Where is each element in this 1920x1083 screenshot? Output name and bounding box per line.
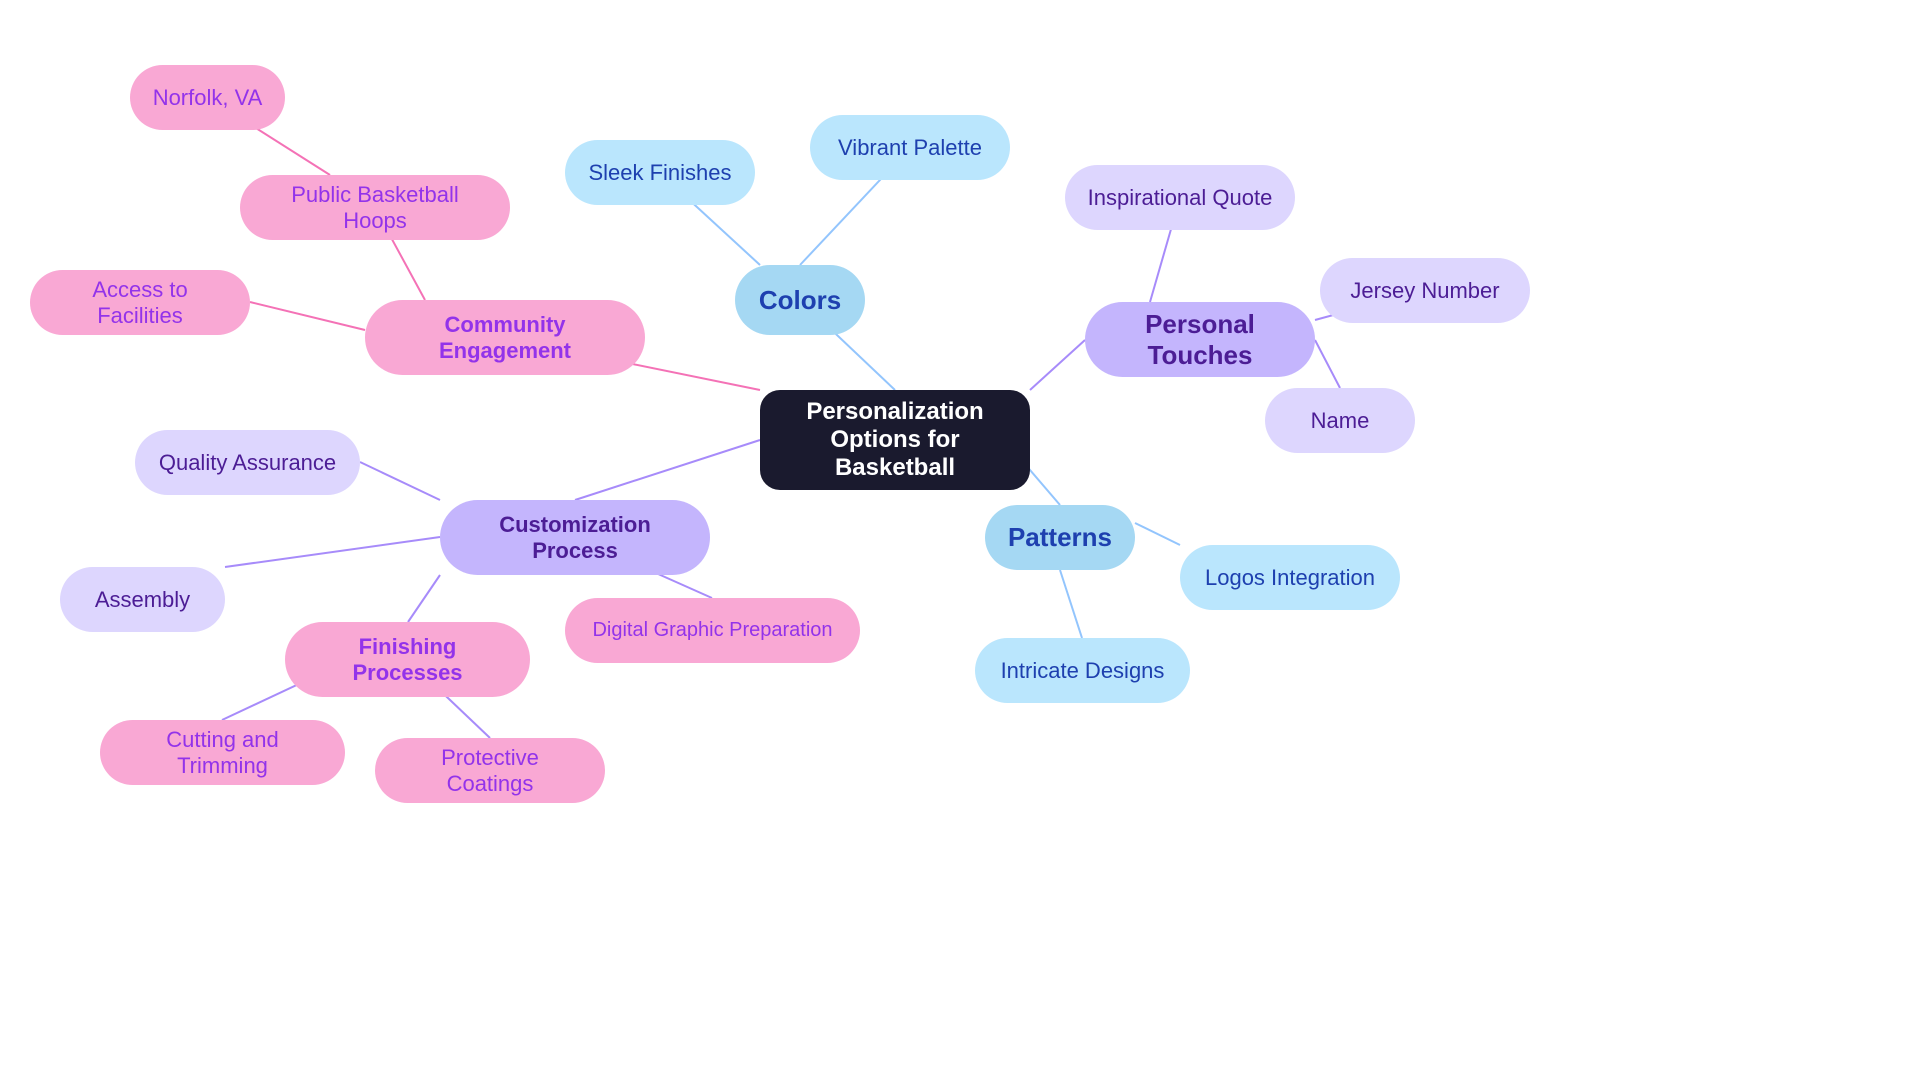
cutting-and-trimming-node: Cutting and Trimming <box>100 720 345 785</box>
assembly-label: Assembly <box>95 587 190 613</box>
logos-integration-label: Logos Integration <box>1205 565 1375 591</box>
finishing-processes-node: Finishing Processes <box>285 622 530 697</box>
sleek-finishes-node: Sleek Finishes <box>565 140 755 205</box>
personal-touches-node: Personal Touches <box>1085 302 1315 377</box>
patterns-node: Patterns <box>985 505 1135 570</box>
quality-assurance-label: Quality Assurance <box>159 450 336 476</box>
patterns-label: Patterns <box>1008 522 1112 553</box>
customization-process-label: Customization Process <box>460 512 690 564</box>
public-basketball-hoops-label: Public Basketball Hoops <box>260 182 490 234</box>
norfolk-va-node: Norfolk, VA <box>130 65 285 130</box>
name-node: Name <box>1265 388 1415 453</box>
digital-graphic-prep-node: Digital Graphic Preparation <box>565 598 860 663</box>
protective-coatings-node: Protective Coatings <box>375 738 605 803</box>
jersey-number-label: Jersey Number <box>1350 278 1499 304</box>
intricate-designs-node: Intricate Designs <box>975 638 1190 703</box>
colors-label: Colors <box>759 285 841 316</box>
community-engagement-label: Community Engagement <box>385 312 625 364</box>
colors-node: Colors <box>735 265 865 335</box>
center-node: Personalization Options for Basketball <box>760 390 1030 490</box>
cutting-and-trimming-label: Cutting and Trimming <box>120 727 325 779</box>
assembly-node: Assembly <box>60 567 225 632</box>
quality-assurance-node: Quality Assurance <box>135 430 360 495</box>
inspirational-quote-node: Inspirational Quote <box>1065 165 1295 230</box>
norfolk-va-label: Norfolk, VA <box>153 85 263 111</box>
community-engagement-node: Community Engagement <box>365 300 645 375</box>
protective-coatings-label: Protective Coatings <box>395 745 585 797</box>
vibrant-palette-node: Vibrant Palette <box>810 115 1010 180</box>
personal-touches-label: Personal Touches <box>1105 309 1295 371</box>
digital-graphic-prep-label: Digital Graphic Preparation <box>592 619 832 642</box>
intricate-designs-label: Intricate Designs <box>1001 658 1165 684</box>
customization-process-node: Customization Process <box>440 500 710 575</box>
access-to-facilities-label: Access to Facilities <box>50 277 230 329</box>
center-label: Personalization Options for Basketball <box>780 398 1010 482</box>
name-label: Name <box>1311 408 1370 434</box>
public-basketball-hoops-node: Public Basketball Hoops <box>240 175 510 240</box>
logos-integration-node: Logos Integration <box>1180 545 1400 610</box>
sleek-finishes-label: Sleek Finishes <box>588 160 731 186</box>
finishing-processes-label: Finishing Processes <box>305 634 510 686</box>
inspirational-quote-label: Inspirational Quote <box>1088 185 1273 211</box>
access-to-facilities-node: Access to Facilities <box>30 270 250 335</box>
vibrant-palette-label: Vibrant Palette <box>838 135 982 161</box>
jersey-number-node: Jersey Number <box>1320 258 1530 323</box>
